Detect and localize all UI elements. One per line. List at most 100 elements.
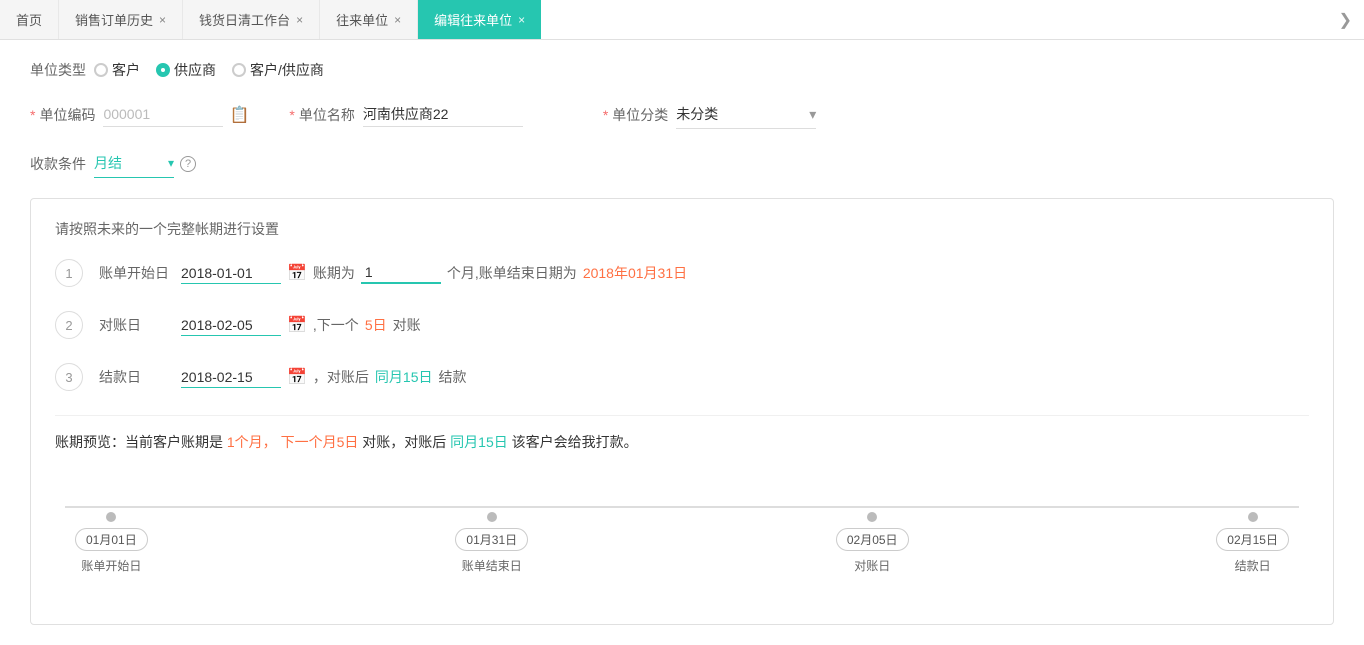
step-label-3: 结款日 bbox=[99, 367, 169, 387]
radio-customer[interactable]: 客户 bbox=[94, 60, 140, 80]
unit-name-input[interactable] bbox=[363, 102, 523, 127]
timeline-badge-3: 02月15日 bbox=[1216, 528, 1289, 551]
timeline-node-0: 01月01日 账单开始日 bbox=[75, 486, 148, 574]
reconcile-day-highlight: 5日 bbox=[365, 315, 387, 335]
radio-label-customer: 客户 bbox=[112, 60, 140, 80]
tab-cashier-label: 钱货日清工作台 bbox=[199, 10, 290, 29]
timeline-label-1: 账单结束日 bbox=[462, 557, 522, 574]
start-date-calendar-icon[interactable]: 📅 bbox=[287, 263, 307, 283]
payment-date-calendar-icon[interactable]: 📅 bbox=[287, 367, 307, 387]
radio-label-supplier: 供应商 bbox=[174, 60, 216, 80]
preview-payment: 同月15日 bbox=[450, 434, 508, 450]
close-edit-unit[interactable]: × bbox=[518, 13, 525, 27]
unit-type-label: 单位类型 bbox=[30, 60, 86, 80]
payment-suffix: 结款 bbox=[439, 367, 467, 387]
period-end-date: 2018年01月31日 bbox=[583, 263, 687, 283]
step-label-2: 对账日 bbox=[99, 315, 169, 335]
timeline-dot-1 bbox=[487, 512, 497, 522]
unit-name-label: 单位名称 bbox=[299, 105, 355, 125]
tab-edit-unit-label: 编辑往来单位 bbox=[434, 10, 512, 29]
preview-reconcile: 下一个月5日 bbox=[281, 434, 359, 450]
tab-home-label: 首页 bbox=[16, 10, 42, 29]
panel-hint: 请按照未来的一个完整帐期进行设置 bbox=[55, 219, 1309, 239]
payment-terms-label: 收款条件 bbox=[30, 154, 86, 174]
timeline-badge-2: 02月05日 bbox=[836, 528, 909, 551]
unit-category-arrow-icon: ▾ bbox=[809, 106, 816, 123]
preview-text3: 该客户会给我打款。 bbox=[512, 434, 638, 450]
payment-terms-value: 月结 bbox=[94, 153, 164, 173]
step-label-1: 账单开始日 bbox=[99, 263, 169, 283]
period-label: 账期为 bbox=[313, 263, 355, 283]
timeline-label-2: 对账日 bbox=[854, 557, 890, 574]
unit-name-star: * bbox=[289, 107, 294, 123]
payment-settings-panel: 请按照未来的一个完整帐期进行设置 1 账单开始日 📅 账期为 个月,账单结束日期… bbox=[30, 198, 1334, 625]
radio-group-unit-type: 客户 供应商 客户/供应商 bbox=[94, 60, 324, 80]
payment-terms-row: 收款条件 月结 ▾ ? bbox=[30, 149, 1334, 178]
unit-category-star: * bbox=[603, 107, 608, 123]
radio-circle-both bbox=[232, 63, 246, 77]
unit-type-group: 单位类型 客户 供应商 客户/供应商 bbox=[30, 60, 324, 80]
unit-category-label: 单位分类 bbox=[612, 105, 668, 125]
timeline-label-3: 结款日 bbox=[1235, 557, 1271, 574]
preview-period: 1个月， bbox=[227, 434, 277, 450]
period-unit-text: 个月,账单结束日期为 bbox=[447, 263, 577, 283]
tab-sales-history[interactable]: 销售订单历史 × bbox=[59, 0, 183, 39]
radio-label-both: 客户/供应商 bbox=[250, 60, 324, 80]
reconcile-date-input[interactable] bbox=[181, 315, 281, 336]
step-num-2: 2 bbox=[55, 311, 83, 339]
payment-terms-select[interactable]: 月结 ▾ bbox=[94, 149, 174, 178]
unit-code-label: 单位编码 bbox=[39, 105, 95, 125]
timeline: 01月01日 账单开始日 01月31日 账单结束日 02月05日 对账日 bbox=[55, 476, 1309, 604]
unit-code-star: * bbox=[30, 107, 35, 123]
unit-type-row: 单位类型 客户 供应商 客户/供应商 bbox=[30, 60, 1334, 80]
tab-unit-list-label: 往来单位 bbox=[336, 10, 388, 29]
unit-code-input[interactable] bbox=[103, 102, 223, 127]
step-num-1: 1 bbox=[55, 259, 83, 287]
unit-info-row: * 单位编码 📋 * 单位名称 * 单位分类 未分类 ▾ bbox=[30, 100, 1334, 129]
close-sales-history[interactable]: × bbox=[159, 13, 166, 27]
unit-category-value: 未分类 bbox=[676, 104, 805, 124]
expand-tabs-button[interactable]: ❯ bbox=[1327, 0, 1364, 39]
tab-home[interactable]: 首页 bbox=[0, 0, 59, 39]
step-row-3: 3 结款日 📅 ，对账后 同月15日 结款 bbox=[55, 363, 1309, 391]
close-unit-list[interactable]: × bbox=[394, 13, 401, 27]
radio-circle-customer bbox=[94, 63, 108, 77]
timeline-dot-2 bbox=[867, 512, 877, 522]
reconcile-suffix: 对账 bbox=[393, 315, 421, 335]
preview-label: 账期预览：当前客户账期是 bbox=[55, 434, 223, 450]
unit-code-group: * 单位编码 📋 bbox=[30, 102, 249, 127]
tab-cashier[interactable]: 钱货日清工作台 × bbox=[183, 0, 320, 39]
payment-day-highlight: 同月15日 bbox=[375, 367, 433, 387]
unit-category-select[interactable]: 未分类 ▾ bbox=[676, 100, 816, 129]
radio-supplier[interactable]: 供应商 bbox=[156, 60, 216, 80]
tab-edit-unit[interactable]: 编辑往来单位 × bbox=[418, 0, 541, 39]
step-row-1: 1 账单开始日 📅 账期为 个月,账单结束日期为 2018年01月31日 bbox=[55, 259, 1309, 287]
timeline-nodes: 01月01日 账单开始日 01月31日 账单结束日 02月05日 对账日 bbox=[75, 486, 1289, 574]
period-value-input[interactable] bbox=[361, 262, 441, 284]
payment-terms-help-icon[interactable]: ? bbox=[180, 156, 196, 172]
unit-category-group: * 单位分类 未分类 ▾ bbox=[603, 100, 816, 129]
radio-circle-supplier bbox=[156, 63, 170, 77]
preview-text2: 对账，对账后 bbox=[362, 434, 446, 450]
main-content: 单位类型 客户 供应商 客户/供应商 * 单位编码 bbox=[0, 40, 1364, 645]
timeline-badge-0: 01月01日 bbox=[75, 528, 148, 551]
start-date-input[interactable] bbox=[181, 263, 281, 284]
reconcile-date-calendar-icon[interactable]: 📅 bbox=[287, 315, 307, 335]
radio-both[interactable]: 客户/供应商 bbox=[232, 60, 324, 80]
unit-code-icon[interactable]: 📋 bbox=[229, 105, 249, 125]
timeline-badge-1: 01月31日 bbox=[455, 528, 528, 551]
timeline-node-1: 01月31日 账单结束日 bbox=[455, 486, 528, 574]
payment-terms-group: 收款条件 月结 ▾ ? bbox=[30, 149, 196, 178]
timeline-dot-0 bbox=[106, 512, 116, 522]
close-cashier[interactable]: × bbox=[296, 13, 303, 27]
preview-section: 账期预览：当前客户账期是 1个月， 下一个月5日 对账，对账后 同月15日 该客… bbox=[55, 415, 1309, 604]
payment-terms-arrow-icon: ▾ bbox=[168, 156, 174, 170]
step-row-2: 2 对账日 📅 ,下一个 5日 对账 bbox=[55, 311, 1309, 339]
tab-unit-list[interactable]: 往来单位 × bbox=[320, 0, 418, 39]
tab-sales-history-label: 销售订单历史 bbox=[75, 10, 153, 29]
reconcile-prefix: ,下一个 bbox=[313, 315, 359, 335]
timeline-node-2: 02月05日 对账日 bbox=[836, 486, 909, 574]
payment-date-input[interactable] bbox=[181, 367, 281, 388]
timeline-label-0: 账单开始日 bbox=[81, 557, 141, 574]
preview-text: 账期预览：当前客户账期是 1个月， 下一个月5日 对账，对账后 同月15日 该客… bbox=[55, 432, 1309, 452]
